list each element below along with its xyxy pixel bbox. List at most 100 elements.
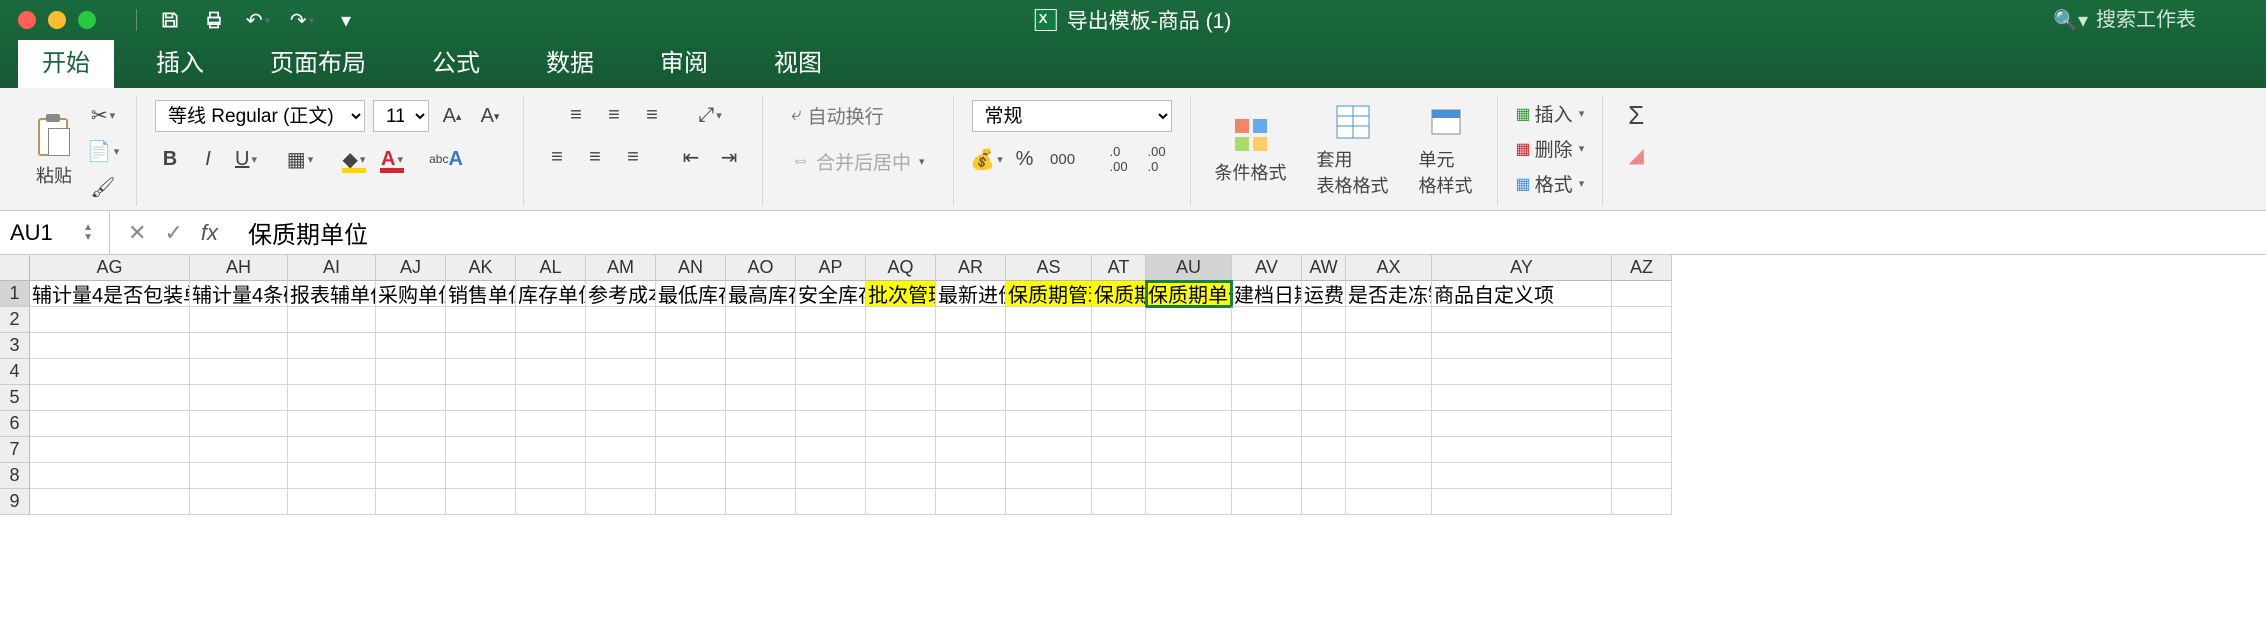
- italic-button[interactable]: I: [193, 144, 223, 174]
- row-header-6[interactable]: 6: [0, 411, 30, 437]
- cell-AY8[interactable]: [1432, 463, 1612, 489]
- cell-AH4[interactable]: [190, 359, 288, 385]
- cell-AI9[interactable]: [288, 489, 376, 515]
- increase-font-button[interactable]: A▴: [437, 101, 467, 131]
- col-header-AT[interactable]: AT: [1092, 255, 1146, 281]
- copy-button[interactable]: 📄▾: [88, 136, 118, 166]
- cell-AH5[interactable]: [190, 385, 288, 411]
- cell-AR7[interactable]: [936, 437, 1006, 463]
- currency-button[interactable]: 💰▾: [972, 144, 1002, 174]
- qat-customize-icon[interactable]: ▾: [335, 9, 357, 31]
- font-size-select[interactable]: 11: [373, 100, 429, 132]
- cell-AT8[interactable]: [1092, 463, 1146, 489]
- cell-AZ9[interactable]: [1612, 489, 1672, 515]
- cell-AX8[interactable]: [1346, 463, 1432, 489]
- cell-AX9[interactable]: [1346, 489, 1432, 515]
- cell-AK4[interactable]: [446, 359, 516, 385]
- cell-AN6[interactable]: [656, 411, 726, 437]
- cell-AL3[interactable]: [516, 333, 586, 359]
- cell-AX4[interactable]: [1346, 359, 1432, 385]
- wrap-text-button[interactable]: ⤶ 自动换行: [781, 100, 935, 130]
- col-header-AM[interactable]: AM: [586, 255, 656, 281]
- formula-input[interactable]: [236, 219, 2266, 247]
- cell-AV3[interactable]: [1232, 333, 1302, 359]
- col-header-AS[interactable]: AS: [1006, 255, 1092, 281]
- cell-AH2[interactable]: [190, 307, 288, 333]
- font-color-button[interactable]: A▾: [377, 144, 407, 174]
- cell-AJ6[interactable]: [376, 411, 446, 437]
- cell-AT6[interactable]: [1092, 411, 1146, 437]
- cell-AV4[interactable]: [1232, 359, 1302, 385]
- align-center-button[interactable]: ≡: [580, 142, 610, 172]
- cell-AP6[interactable]: [796, 411, 866, 437]
- cell-AI2[interactable]: [288, 307, 376, 333]
- cell-AO3[interactable]: [726, 333, 796, 359]
- cell-AS5[interactable]: [1006, 385, 1092, 411]
- merge-center-button[interactable]: ⇔ 合并后居中 ▾: [781, 146, 935, 176]
- cell-AP7[interactable]: [796, 437, 866, 463]
- cell-AT9[interactable]: [1092, 489, 1146, 515]
- cell-AJ4[interactable]: [376, 359, 446, 385]
- cell-AK2[interactable]: [446, 307, 516, 333]
- cell-AR5[interactable]: [936, 385, 1006, 411]
- row-header-7[interactable]: 7: [0, 437, 30, 463]
- format-as-table-button[interactable]: 套用 表格格式: [1311, 100, 1395, 200]
- cell-AS3[interactable]: [1006, 333, 1092, 359]
- cell-AQ7[interactable]: [866, 437, 936, 463]
- cell-AP1[interactable]: 安全库存: [796, 281, 866, 307]
- cell-AO4[interactable]: [726, 359, 796, 385]
- cell-AZ3[interactable]: [1612, 333, 1672, 359]
- cell-AX6[interactable]: [1346, 411, 1432, 437]
- namebox-down[interactable]: ▼: [83, 233, 93, 243]
- cell-AY7[interactable]: [1432, 437, 1612, 463]
- cell-AG8[interactable]: [30, 463, 190, 489]
- cell-AZ5[interactable]: [1612, 385, 1672, 411]
- cell-AU9[interactable]: [1146, 489, 1232, 515]
- cell-AI7[interactable]: [288, 437, 376, 463]
- cell-AQ1[interactable]: 批次管理: [866, 281, 936, 307]
- cell-AO6[interactable]: [726, 411, 796, 437]
- cell-AW6[interactable]: [1302, 411, 1346, 437]
- col-header-AI[interactable]: AI: [288, 255, 376, 281]
- cell-AM3[interactable]: [586, 333, 656, 359]
- cell-AL7[interactable]: [516, 437, 586, 463]
- cell-AU6[interactable]: [1146, 411, 1232, 437]
- cell-AJ9[interactable]: [376, 489, 446, 515]
- col-header-AP[interactable]: AP: [796, 255, 866, 281]
- borders-button[interactable]: ▦▾: [285, 144, 315, 174]
- phonetic-button[interactable]: abcA: [431, 144, 461, 174]
- cell-AS8[interactable]: [1006, 463, 1092, 489]
- fill-color-button[interactable]: ◆▾: [339, 144, 369, 174]
- cell-AJ5[interactable]: [376, 385, 446, 411]
- cell-AL8[interactable]: [516, 463, 586, 489]
- decrease-indent-button[interactable]: ⇤: [676, 142, 706, 172]
- cell-styles-button[interactable]: 单元 格样式: [1413, 100, 1479, 200]
- autosum-button[interactable]: Σ: [1621, 100, 1651, 130]
- cell-AM8[interactable]: [586, 463, 656, 489]
- search-box[interactable]: 🔍▾: [2053, 8, 2246, 33]
- cell-AU2[interactable]: [1146, 307, 1232, 333]
- row-header-8[interactable]: 8: [0, 463, 30, 489]
- cell-AR3[interactable]: [936, 333, 1006, 359]
- col-header-AK[interactable]: AK: [446, 255, 516, 281]
- cell-AG9[interactable]: [30, 489, 190, 515]
- cell-AW5[interactable]: [1302, 385, 1346, 411]
- cell-AL4[interactable]: [516, 359, 586, 385]
- cell-AZ8[interactable]: [1612, 463, 1672, 489]
- cell-AN9[interactable]: [656, 489, 726, 515]
- percent-button[interactable]: %: [1010, 144, 1040, 174]
- orientation-button[interactable]: ⤢▾: [695, 100, 725, 130]
- cell-AQ6[interactable]: [866, 411, 936, 437]
- cell-AL6[interactable]: [516, 411, 586, 437]
- cell-AH7[interactable]: [190, 437, 288, 463]
- cell-AY3[interactable]: [1432, 333, 1612, 359]
- cell-AK8[interactable]: [446, 463, 516, 489]
- cell-AN8[interactable]: [656, 463, 726, 489]
- cell-AJ3[interactable]: [376, 333, 446, 359]
- cell-AL9[interactable]: [516, 489, 586, 515]
- cell-AL2[interactable]: [516, 307, 586, 333]
- col-header-AL[interactable]: AL: [516, 255, 586, 281]
- cell-AI5[interactable]: [288, 385, 376, 411]
- fx-icon[interactable]: fx: [201, 220, 218, 246]
- cell-AR2[interactable]: [936, 307, 1006, 333]
